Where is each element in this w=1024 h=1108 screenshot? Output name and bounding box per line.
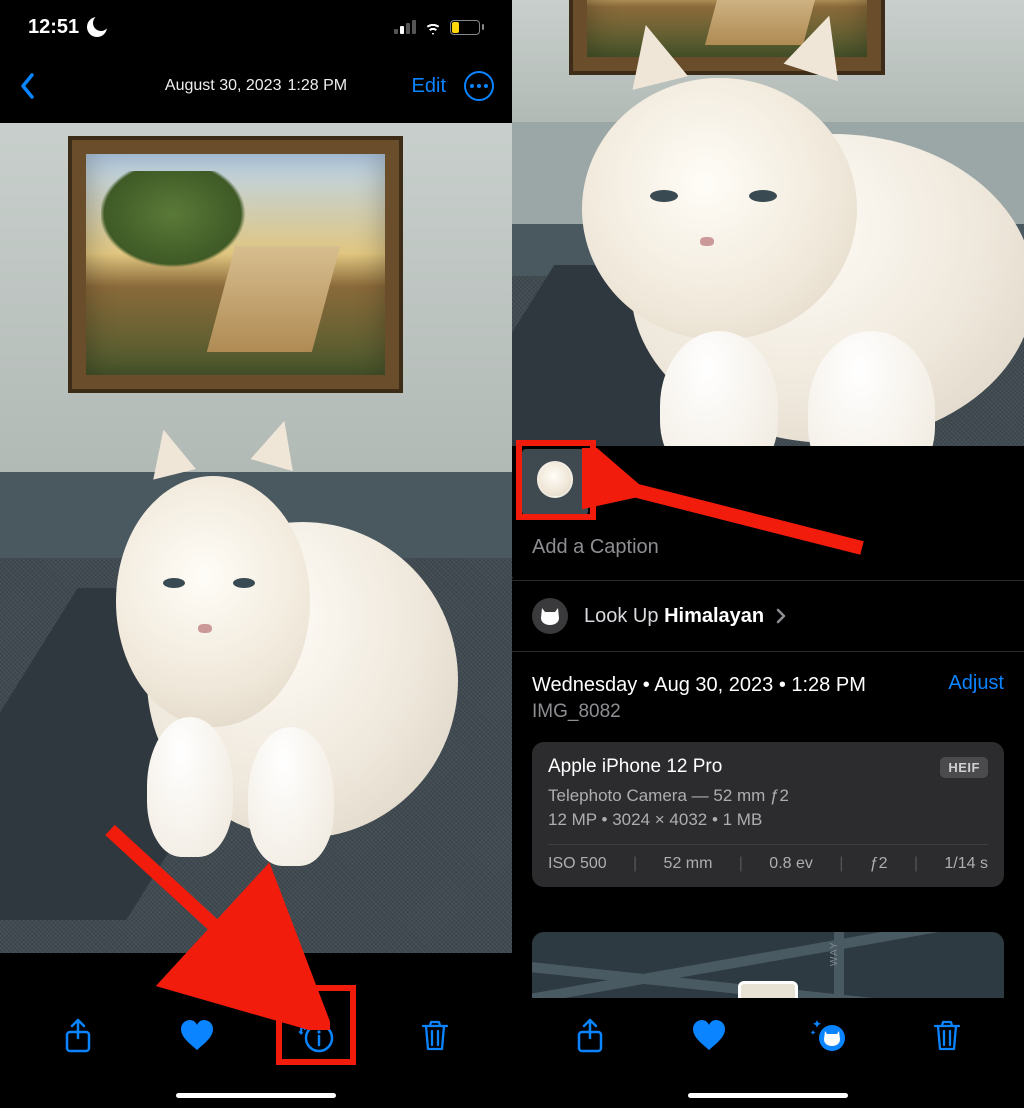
- exif-lens: Telephoto Camera — 52 mm ƒ2: [548, 786, 988, 806]
- divider: [512, 651, 1024, 652]
- photo-date-title: August 30, 20231:28 PM: [165, 77, 347, 95]
- adjust-button[interactable]: Adjust: [948, 672, 1004, 695]
- delete-button[interactable]: [413, 1014, 457, 1058]
- exif-details-row: ISO 500| 52 mm| 0.8 ev| ƒ2| 1/14 s: [548, 844, 988, 873]
- annotation-highlight-info: [276, 985, 356, 1065]
- annotation-highlight-thumb: [516, 440, 596, 520]
- map-road-label: WAY: [829, 941, 840, 966]
- exif-card[interactable]: Apple iPhone 12 Pro HEIF Telephoto Camer…: [532, 742, 1004, 887]
- info-lookup-button[interactable]: [806, 1014, 850, 1058]
- home-indicator[interactable]: [176, 1093, 336, 1098]
- exif-resolution: 12 MP • 3024 × 4032 • 1 MB: [548, 810, 988, 830]
- back-button[interactable]: [18, 72, 38, 100]
- wifi-icon: [422, 19, 444, 35]
- exif-format-badge: HEIF: [940, 757, 988, 778]
- photo-viewport[interactable]: [0, 118, 512, 1038]
- favorite-button[interactable]: [175, 1014, 219, 1058]
- photo-content: [512, 0, 1024, 510]
- share-button[interactable]: [568, 1014, 612, 1058]
- battery-icon: 19: [450, 20, 484, 35]
- visual-lookup-row[interactable]: Look Up Himalayan: [512, 581, 1024, 651]
- bottom-toolbar: [512, 998, 1024, 1108]
- nav-bar: August 30, 20231:28 PM Edit: [0, 54, 512, 118]
- lookup-cat-icon: [532, 598, 568, 634]
- lookup-label: Look Up Himalayan: [584, 605, 786, 628]
- status-time: 12:51: [28, 16, 79, 39]
- photo-viewport[interactable]: [512, 0, 1024, 510]
- exif-device: Apple iPhone 12 Pro: [548, 756, 722, 778]
- caption-field[interactable]: Add a Caption: [512, 522, 1024, 580]
- more-button[interactable]: [464, 71, 494, 101]
- dnd-moon-icon: [87, 17, 107, 37]
- metadata-filename: IMG_8082: [532, 701, 1004, 723]
- delete-button[interactable]: [925, 1014, 969, 1058]
- favorite-button[interactable]: [687, 1014, 731, 1058]
- photo-info-screen: Add a Caption Look Up Himalayan Wednesda…: [512, 0, 1024, 1108]
- photos-viewer-screen: 12:51 19 August 30, 20231:28 PM Edit: [0, 0, 512, 1108]
- sparkle-icon: [512, 573, 520, 593]
- photo-metadata: Wednesday • Aug 30, 2023 • 1:28 PM IMG_8…: [512, 660, 1024, 723]
- edit-button[interactable]: Edit: [412, 75, 446, 98]
- bottom-toolbar: [0, 998, 512, 1108]
- cell-signal-icon: [394, 20, 416, 34]
- metadata-date: Wednesday • Aug 30, 2023 • 1:28 PM: [532, 674, 1004, 697]
- home-indicator[interactable]: [688, 1093, 848, 1098]
- status-bar: 12:51 19: [0, 0, 512, 54]
- battery-level: 19: [459, 22, 470, 33]
- caption-placeholder: Add a Caption: [532, 536, 659, 558]
- photo-content: [0, 123, 512, 953]
- share-button[interactable]: [56, 1014, 100, 1058]
